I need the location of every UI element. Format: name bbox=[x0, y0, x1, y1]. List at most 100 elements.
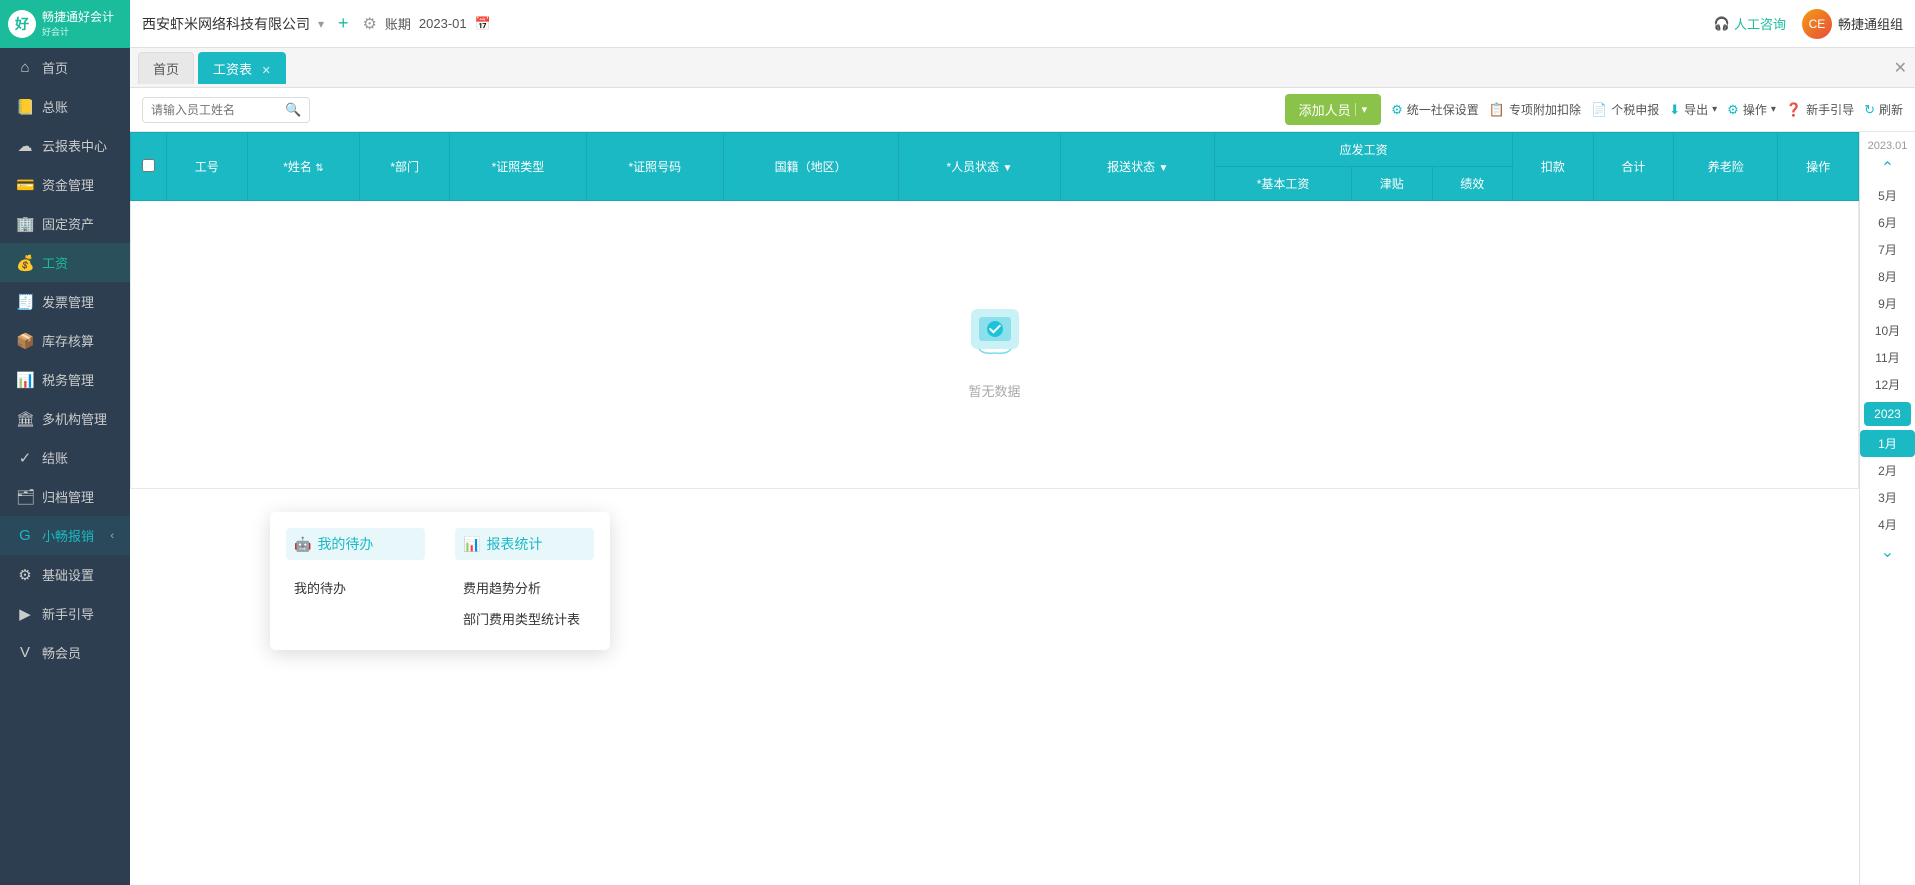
th-id-num: *证照号码 bbox=[586, 133, 723, 201]
add-person-arrow-icon: ▾ bbox=[1355, 103, 1368, 116]
sidebar-item-settlement[interactable]: ✓ 结账 bbox=[0, 438, 130, 477]
ops-arrow-icon: ▾ bbox=[1771, 104, 1776, 115]
toolbar-action-special[interactable]: 📋 专项附加扣除 bbox=[1489, 101, 1581, 118]
sidebar-item-label: 总账 bbox=[42, 97, 68, 116]
calendar-icon[interactable]: 📅 bbox=[475, 16, 491, 32]
sidebar-item-label: 库存核算 bbox=[42, 331, 94, 350]
tab-home-label: 首页 bbox=[153, 62, 179, 77]
avatar-initials: CE bbox=[1809, 17, 1826, 31]
sidebar-item-label: 归档管理 bbox=[42, 487, 94, 506]
sidebar-item-tax[interactable]: 📊 税务管理 bbox=[0, 360, 130, 399]
sidebar-item-inventory[interactable]: 📦 库存核算 bbox=[0, 321, 130, 360]
export-label: 导出 bbox=[1684, 101, 1708, 118]
checkbox-header[interactable] bbox=[131, 133, 167, 201]
th-id-type: *证照类型 bbox=[450, 133, 587, 201]
add-person-label: 添加人员 bbox=[1299, 100, 1351, 119]
sidebar-item-basic-settings[interactable]: ⚙ 基础设置 bbox=[0, 555, 130, 594]
company-dropdown-icon[interactable]: ▾ bbox=[318, 17, 324, 31]
app-name: 畅捷通好会计 bbox=[42, 10, 114, 26]
social-icon: ⚙ bbox=[1391, 102, 1403, 118]
th-jobno: 工号 bbox=[167, 133, 248, 201]
popup-report-title[interactable]: 📊 报表统计 bbox=[455, 528, 594, 560]
timeline-month-11[interactable]: 11月 bbox=[1860, 344, 1915, 371]
timeline-panel: 2023.01 ⌃ 5月 6月 7月 8月 9月 10月 11月 12月 202… bbox=[1859, 132, 1915, 885]
user-area[interactable]: CE 畅捷通组组 bbox=[1802, 9, 1903, 39]
timeline-month-5[interactable]: 5月 bbox=[1860, 182, 1915, 209]
tab-salary[interactable]: 工资表 ✕ bbox=[198, 52, 286, 84]
timeline-down-nav[interactable]: ⌄ bbox=[1877, 538, 1898, 566]
popup-item-mytodo[interactable]: 我的待办 bbox=[286, 572, 425, 603]
expense-icon: G bbox=[16, 527, 34, 544]
timeline-month-2[interactable]: 2月 bbox=[1860, 457, 1915, 484]
toolbar-action-social[interactable]: ⚙ 统一社保设置 bbox=[1391, 101, 1479, 118]
sidebar-item-fund[interactable]: 💳 资金管理 bbox=[0, 165, 130, 204]
sidebar-item-guide[interactable]: ▶ 新手引导 bbox=[0, 594, 130, 633]
timeline-month-4[interactable]: 4月 bbox=[1860, 511, 1915, 538]
cloud-icon: ☁ bbox=[16, 137, 34, 155]
sidebar-item-cloud-report[interactable]: ☁ 云报表中心 bbox=[0, 126, 130, 165]
toolbar-action-guide[interactable]: ❓ 新手引导 bbox=[1786, 101, 1854, 118]
search-wrap: 🔍 bbox=[142, 97, 310, 123]
service-button[interactable]: 🎧 人工咨询 bbox=[1714, 14, 1786, 33]
popup-item-dept[interactable]: 部门费用类型统计表 bbox=[455, 603, 594, 634]
toolbar-action-tax[interactable]: 📄 个税申报 bbox=[1591, 101, 1659, 118]
th-total: 合计 bbox=[1593, 133, 1674, 201]
toolbar-action-export[interactable]: ⬇ 导出 ▾ bbox=[1669, 101, 1717, 118]
toolbar-right: 添加人员 ▾ ⚙ 统一社保设置 📋 专项附加扣除 📄 个税申报 ⬇ 导出 ▾ ⚙ bbox=[1285, 94, 1903, 125]
sidebar-item-fixed-assets[interactable]: 🏢 固定资产 bbox=[0, 204, 130, 243]
timeline-up-nav[interactable]: ⌃ bbox=[1877, 154, 1898, 182]
select-all-checkbox[interactable] bbox=[142, 159, 155, 172]
timeline-year-current: 2023 bbox=[1864, 402, 1911, 426]
search-input[interactable] bbox=[151, 103, 281, 117]
tax-icon: 📊 bbox=[16, 371, 34, 389]
sidebar-item-member[interactable]: V 畅会员 bbox=[0, 633, 130, 672]
sidebar-item-invoice[interactable]: 🧾 发票管理 bbox=[0, 282, 130, 321]
tab-close-icon[interactable]: ✕ bbox=[262, 65, 271, 77]
th-deductions: 扣款 bbox=[1513, 133, 1594, 201]
export-icon: ⬇ bbox=[1669, 102, 1680, 118]
toolbar-action-refresh[interactable]: ↻ 刷新 bbox=[1864, 101, 1903, 118]
sidebar-item-label: 结账 bbox=[42, 448, 68, 467]
sidebar-item-ledger[interactable]: 📒 总账 bbox=[0, 87, 130, 126]
sidebar-item-multi-org[interactable]: 🏛 多机构管理 bbox=[0, 399, 130, 438]
tabbar: 首页 工资表 ✕ ✕ bbox=[130, 48, 1915, 88]
popup-section: 🤖 我的待办 我的待办 📊 报表统计 费用趋势分析 部门费用类型统计表 bbox=[286, 528, 594, 634]
popup-item-trend[interactable]: 费用趋势分析 bbox=[455, 572, 594, 603]
sidebar-item-archive[interactable]: 🗂 归档管理 bbox=[0, 477, 130, 516]
export-arrow-icon: ▾ bbox=[1712, 104, 1717, 115]
sidebar-item-salary[interactable]: 💰 工资 bbox=[0, 243, 130, 282]
special-icon: 📋 bbox=[1489, 102, 1505, 118]
archive-icon: 🗂 bbox=[16, 488, 34, 506]
timeline-month-10[interactable]: 10月 bbox=[1860, 317, 1915, 344]
timeline-month-7[interactable]: 7月 bbox=[1860, 236, 1915, 263]
table-wrap: 工号 *姓名 ⇅ *部门 *证照类型 *证照号码 国籍（地区） *人员状态 ▼ … bbox=[130, 132, 1859, 885]
settings-icon: ⚙ bbox=[16, 566, 34, 584]
timeline-month-3[interactable]: 3月 bbox=[1860, 484, 1915, 511]
assets-icon: 🏢 bbox=[16, 215, 34, 233]
guide-icon: ▶ bbox=[16, 605, 34, 623]
sidebar-item-home[interactable]: ⌂ 首页 bbox=[0, 48, 130, 87]
timeline-month-9[interactable]: 9月 bbox=[1860, 290, 1915, 317]
popup-col-todo: 🤖 我的待办 我的待办 bbox=[286, 528, 425, 634]
close-panel-button[interactable]: ✕ bbox=[1894, 58, 1907, 78]
popup-todo-title[interactable]: 🤖 我的待办 bbox=[286, 528, 425, 560]
social-label: 统一社保设置 bbox=[1407, 101, 1479, 118]
tab-home[interactable]: 首页 bbox=[138, 52, 194, 84]
toolbar-action-ops[interactable]: ⚙ 操作 ▾ bbox=[1727, 101, 1776, 118]
salary-icon: 💰 bbox=[16, 254, 34, 272]
search-icon[interactable]: 🔍 bbox=[285, 102, 301, 118]
period-value: 2023-01 bbox=[419, 16, 467, 31]
timeline-month-8[interactable]: 8月 bbox=[1860, 263, 1915, 290]
sidebar-item-label: 税务管理 bbox=[42, 370, 94, 389]
sidebar-item-label: 多机构管理 bbox=[42, 409, 107, 428]
add-person-button[interactable]: 添加人员 ▾ bbox=[1285, 94, 1382, 125]
add-company-button[interactable]: + bbox=[332, 11, 355, 36]
timeline-month-6[interactable]: 6月 bbox=[1860, 209, 1915, 236]
home-icon: ⌂ bbox=[16, 59, 34, 76]
sidebar-item-label: 新手引导 bbox=[42, 604, 94, 623]
sidebar-item-expense[interactable]: G 小畅报销 ‹ bbox=[0, 516, 130, 555]
settings-button[interactable]: ⚙ bbox=[363, 14, 377, 34]
sidebar-item-label: 资金管理 bbox=[42, 175, 94, 194]
timeline-month-1[interactable]: 1月 bbox=[1860, 430, 1915, 457]
timeline-month-12[interactable]: 12月 bbox=[1860, 371, 1915, 398]
